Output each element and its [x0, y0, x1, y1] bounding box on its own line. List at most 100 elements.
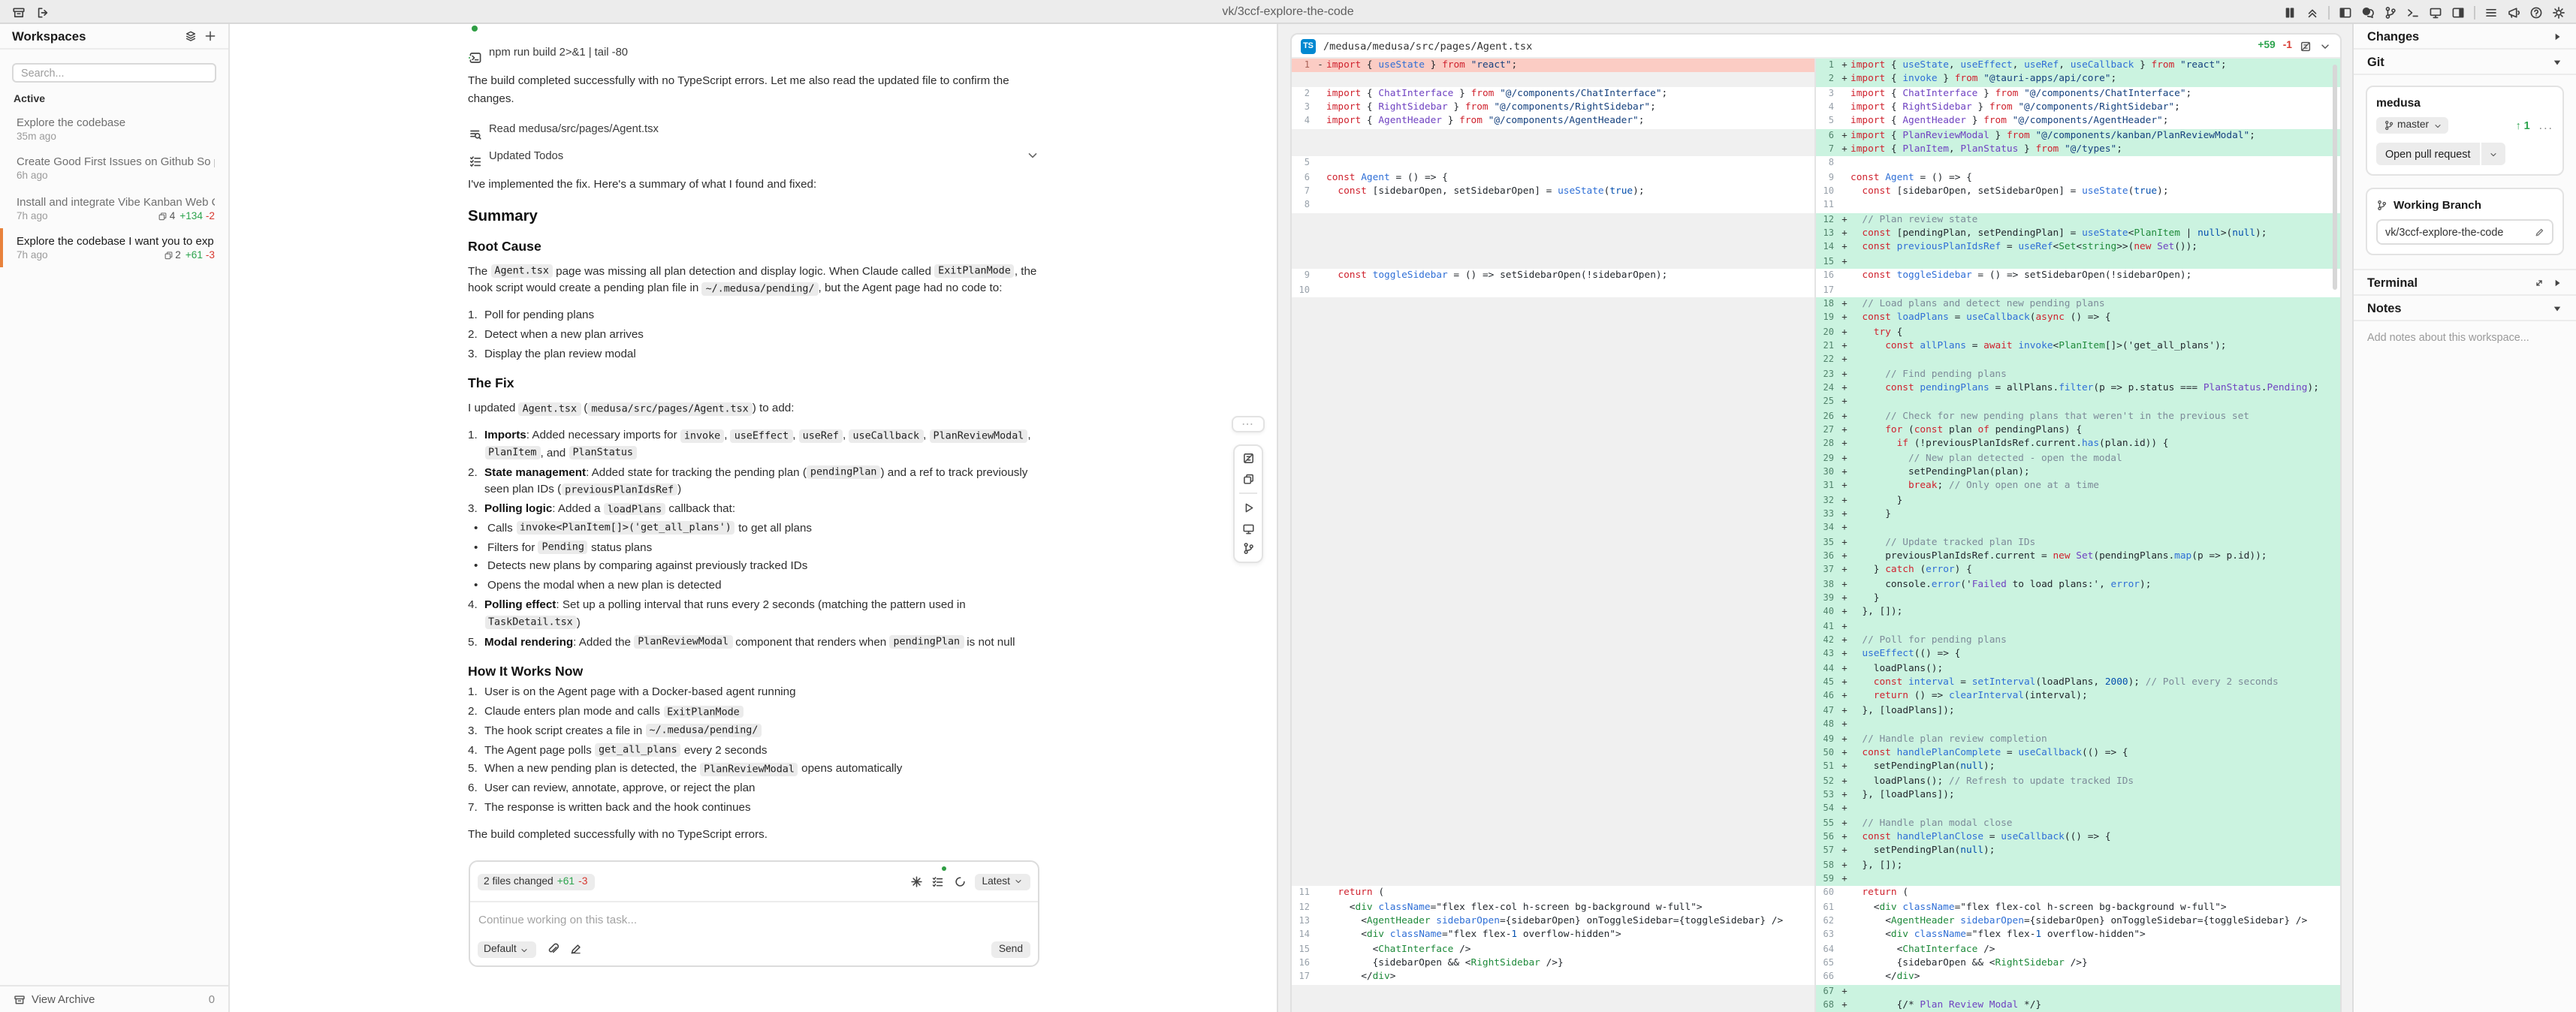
- panel-left-icon[interactable]: [2339, 5, 2352, 19]
- diff-sign: +: [1838, 816, 1851, 830]
- list-marker: 5.: [468, 761, 484, 778]
- search-input[interactable]: [12, 64, 216, 83]
- git-section-header[interactable]: Git: [2354, 50, 2576, 75]
- diff-added-line: 27+ for (const plan of pendingPlans) {: [1816, 423, 2340, 438]
- notes-section-header[interactable]: Notes: [2354, 296, 2576, 321]
- diff-added-line: 58+ }, []);: [1816, 858, 2340, 872]
- model-dropdown[interactable]: Default: [477, 941, 536, 958]
- diff-sign: +: [1838, 311, 1851, 325]
- diff-filler-line: [1292, 353, 1816, 367]
- pr-options-dropdown[interactable]: [2482, 143, 2506, 165]
- terminal-prompt-icon[interactable]: [2406, 5, 2420, 19]
- diff-filler-line: [1292, 128, 1816, 143]
- diff-file-header[interactable]: TS /medusa/medusa/src/pages/Agent.tsx +5…: [1292, 35, 2340, 59]
- tool-call-row[interactable]: npm run build 2>&1 | tail -80: [468, 45, 1039, 59]
- code-text: }: [1851, 592, 1880, 606]
- sparkle-icon[interactable]: [909, 875, 922, 888]
- attach-icon[interactable]: [547, 944, 560, 956]
- play-icon[interactable]: [1242, 501, 1255, 514]
- diff-row: 31+ break; // Only open one at a time: [1292, 480, 2340, 494]
- send-button[interactable]: Send: [992, 941, 1030, 958]
- message-input[interactable]: Continue working on this task...: [469, 902, 1037, 935]
- diff-scrollbar[interactable]: [2332, 65, 2337, 290]
- list-item-text: When a new pending plan is detected, the…: [484, 761, 1039, 778]
- tool-label: Read medusa/src/pages/Agent.tsx: [489, 121, 659, 134]
- wrap-toggle-icon[interactable]: [2300, 40, 2312, 52]
- monitor-icon[interactable]: [2429, 5, 2442, 19]
- diff-row: 51+ setPendingPlan(null);: [1292, 760, 2340, 774]
- diff-added-line: 68+ {/* Plan Review Modal */}: [1816, 998, 2340, 1012]
- view-archive-button[interactable]: View Archive 0: [0, 985, 228, 1012]
- line-number: 29: [1816, 451, 1838, 465]
- wrap-icon[interactable]: [1242, 452, 1255, 465]
- line-number: 44: [1816, 662, 1838, 676]
- view-archive-label: View Archive: [32, 992, 95, 1006]
- chat-bubbles-icon[interactable]: [2361, 5, 2375, 19]
- workspaces-header: Workspaces: [0, 24, 228, 50]
- workspace-meta: 7h ago4+134-2: [17, 211, 215, 221]
- diff-filler-line: [1292, 662, 1816, 676]
- open-pull-request-button[interactable]: Open pull request: [2376, 143, 2480, 165]
- diff-sign: +: [1838, 690, 1851, 704]
- workspace-item[interactable]: Install and integrate Vibe Kanban Web C7…: [0, 188, 228, 227]
- more-options-button[interactable]: ...: [2539, 122, 2553, 128]
- diff-filler-line: [1292, 311, 1816, 325]
- diff-added-line: 35+ // Update tracked plan IDs: [1816, 535, 2340, 550]
- inline-code: PlanReviewModal: [930, 429, 1028, 442]
- workspace-item[interactable]: Explore the codebase35m ago: [0, 108, 228, 148]
- line-number: 2: [1816, 73, 1838, 87]
- tool-icon-wrap: [468, 121, 481, 134]
- workspace-time: 7h ago: [17, 251, 48, 261]
- code-text: <div className="flex flex-col h-screen b…: [1851, 900, 2227, 914]
- collapse-file-icon[interactable]: [2319, 40, 2331, 52]
- diff-sign: [1314, 157, 1326, 171]
- workspace-item[interactable]: Explore the codebase I want you to exp7h…: [0, 227, 228, 267]
- changes-label: Changes: [2367, 29, 2544, 43]
- archive-icon[interactable]: [12, 5, 26, 19]
- triangle-down-icon: [2552, 56, 2562, 67]
- sign-out-icon[interactable]: [36, 5, 50, 19]
- git-branch-icon[interactable]: [1242, 542, 1255, 555]
- latest-dropdown[interactable]: Latest: [975, 873, 1030, 890]
- gear-icon[interactable]: [2552, 5, 2565, 19]
- code-text: const Agent = () => {: [1326, 171, 1448, 185]
- diff-filler-line: [1292, 409, 1816, 423]
- file-count: 2: [175, 251, 181, 261]
- workspace-item[interactable]: Create Good First Issues on Github So p6…: [0, 148, 228, 188]
- working-branch-input[interactable]: vk/3ccf-explore-the-code: [2376, 219, 2553, 245]
- assistant-paragraph: The build completed successfully with no…: [468, 825, 1039, 843]
- branch-dropdown[interactable]: master: [2376, 117, 2448, 134]
- monitor-icon[interactable]: [1242, 522, 1255, 535]
- diff-added-line: 37+ } catch (error) {: [1816, 564, 2340, 578]
- diff-filler-line: [1292, 816, 1816, 830]
- expand-icon[interactable]: [2534, 277, 2544, 288]
- collapse-up-icon[interactable]: [2306, 5, 2319, 19]
- list-marker: 2.: [468, 463, 484, 498]
- copy-icon[interactable]: [1242, 472, 1255, 485]
- git-branch-icon[interactable]: [2384, 5, 2397, 19]
- layers-icon[interactable]: [185, 30, 197, 42]
- megaphone-icon[interactable]: [2507, 5, 2520, 19]
- terminal-section-header[interactable]: Terminal: [2354, 270, 2576, 296]
- menu-icon[interactable]: [2484, 5, 2498, 19]
- line-number: 34: [1816, 522, 1838, 536]
- active-section-label: Active: [0, 90, 228, 108]
- line-number: 60: [1816, 887, 1838, 901]
- list-marker: •: [474, 538, 487, 556]
- tool-call-row[interactable]: Read medusa/src/pages/Agent.tsx: [468, 121, 1039, 134]
- panel-right-icon[interactable]: [2451, 5, 2465, 19]
- pause-icon[interactable]: [2283, 5, 2297, 19]
- line-number: 59: [1816, 872, 1838, 887]
- toolbar-drag-handle[interactable]: ⋯: [1232, 416, 1265, 432]
- chevron-down-icon[interactable]: [1025, 148, 1039, 161]
- tool-call-row[interactable]: Updated Todos: [468, 148, 1039, 161]
- edit-icon[interactable]: [2533, 227, 2544, 238]
- todos-button[interactable]: [931, 868, 944, 895]
- add-workspace-icon[interactable]: [204, 30, 216, 42]
- help-icon[interactable]: [2529, 5, 2543, 19]
- files-changed-chip[interactable]: 2 files changed +61 -3: [477, 873, 594, 890]
- notes-input[interactable]: Add notes about this workspace...: [2354, 321, 2576, 353]
- titlebar: vk/3ccf-explore-the-code: [0, 0, 2576, 24]
- pen-icon[interactable]: [570, 944, 583, 956]
- changes-section-header[interactable]: Changes: [2354, 24, 2576, 50]
